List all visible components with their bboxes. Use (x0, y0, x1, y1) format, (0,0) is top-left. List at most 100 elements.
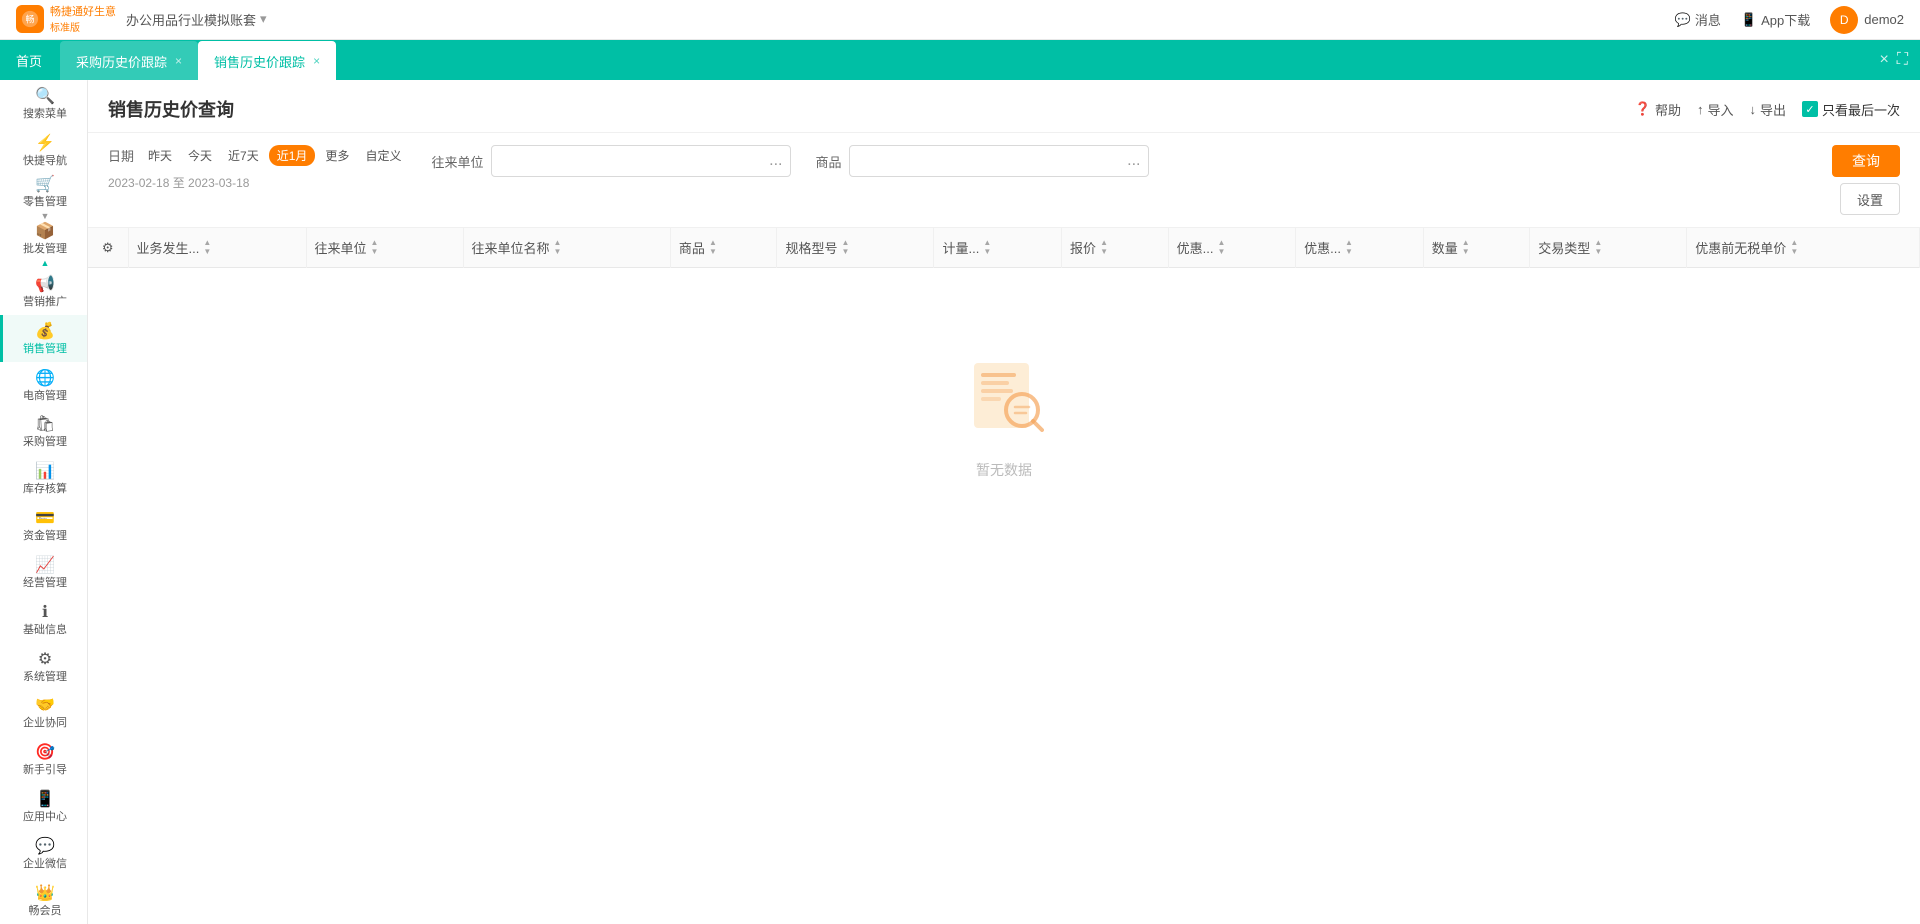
date-tab-7days[interactable]: 近7天 (222, 145, 265, 166)
sidebar-item-search-menu[interactable]: 🔍 搜索菜单 (0, 80, 87, 127)
import-btn[interactable]: ↑ 导入 (1697, 100, 1734, 119)
top-bar-left: 畅 畅捷通好生意 标准版 办公用品行业模拟账套 ▾ (16, 5, 267, 34)
th-from-unit-name[interactable]: 往来单位名称 ▲ ▼ (463, 228, 670, 268)
svg-text:畅: 畅 (25, 14, 34, 25)
inventory-icon: 📊 (35, 461, 55, 481)
member-icon: 👑 (35, 883, 55, 903)
tab-purchase-close[interactable]: × (175, 54, 182, 68)
sidebar-item-marketing[interactable]: 📢 营销推广 (0, 268, 87, 315)
th-price[interactable]: 报价 ▲ ▼ (1062, 228, 1169, 268)
empty-illustration (954, 348, 1054, 448)
tab-sales-label: 销售历史价跟踪 (214, 52, 305, 71)
tab-purchase-label: 采购历史价跟踪 (76, 52, 167, 71)
th-spec[interactable]: 规格型号 ▲ ▼ (777, 228, 934, 268)
sidebar-item-retail[interactable]: 🛒 零售管理 ▼ (0, 174, 87, 221)
sidebar-item-wholesale[interactable]: 📦 批发管理 ▲ (0, 221, 87, 268)
page-header: 销售历史价查询 ❓ 帮助 ↑ 导入 ↓ 导出 (88, 80, 1920, 133)
app-download-btn[interactable]: 📱 App下载 (1741, 10, 1810, 29)
tab-purchase-history[interactable]: 采购历史价跟踪 × (60, 41, 198, 81)
tab-close-all-btn[interactable]: × (1879, 51, 1888, 69)
ecommerce-icon: 🌐 (35, 368, 55, 388)
sidebar-item-app-center[interactable]: 📱 应用中心 (0, 783, 87, 830)
date-tabs: 昨天 今天 近7天 近1月 更多 自定义 (142, 145, 407, 166)
filter-bar: 日期 昨天 今天 近7天 近1月 更多 自定义 2023-02-18 至 202… (88, 133, 1920, 228)
system-icon: ⚙ (38, 649, 52, 669)
date-tab-today[interactable]: 今天 (182, 145, 218, 166)
date-tabs-row: 日期 昨天 今天 近7天 近1月 更多 自定义 (108, 145, 407, 166)
query-button[interactable]: 查询 (1832, 145, 1900, 177)
only-last-checkbox-area[interactable]: ✓ 只看最后一次 (1802, 100, 1900, 119)
sidebar-item-system[interactable]: ⚙ 系统管理 (0, 643, 87, 690)
logo-text-area: 畅捷通好生意 标准版 (50, 5, 116, 34)
sidebar-item-basic-info[interactable]: ℹ 基础信息 (0, 596, 87, 643)
sort-goods: ▲ ▼ (709, 239, 717, 256)
help-btn[interactable]: ❓ 帮助 (1635, 100, 1681, 119)
logo-area: 畅 畅捷通好生意 标准版 (16, 5, 116, 34)
message-label: 消息 (1695, 10, 1721, 29)
sidebar-item-ecommerce[interactable]: 🌐 电商管理 (0, 362, 87, 409)
th-biz-date[interactable]: 业务发生... ▲ ▼ (128, 228, 306, 268)
help-label: 帮助 (1655, 100, 1681, 119)
th-from-unit[interactable]: 往来单位 ▲ ▼ (306, 228, 463, 268)
sidebar-item-finance[interactable]: 💳 资金管理 (0, 502, 87, 549)
message-btn[interactable]: 💬 消息 (1675, 10, 1721, 29)
th-unit[interactable]: 计量... ▲ ▼ (934, 228, 1062, 268)
sales-icon: 💰 (35, 321, 55, 341)
th-gear[interactable]: ⚙ (88, 228, 128, 268)
th-from-unit-label: 往来单位 (315, 238, 367, 257)
sort-spec: ▲ ▼ (842, 239, 850, 256)
dropdown-icon[interactable]: ▾ (260, 11, 267, 27)
goods-input[interactable]: ... (849, 145, 1149, 177)
sidebar-item-quick-nav[interactable]: ⚡ 快捷导航 (0, 127, 87, 174)
tab-maximize-btn[interactable]: ⛶ (1897, 51, 1908, 69)
retail-expand-icon: ▼ (41, 211, 50, 221)
th-price-label: 报价 (1070, 238, 1096, 257)
sidebar-item-purchase[interactable]: 🛍 采购管理 (0, 409, 87, 456)
sidebar-item-sales[interactable]: 💰 销售管理 (0, 315, 87, 362)
page-container: 销售历史价查询 ❓ 帮助 ↑ 导入 ↓ 导出 (88, 80, 1920, 924)
sidebar-item-inventory[interactable]: 📊 库存核算 (0, 455, 87, 502)
marketing-icon: 📢 (35, 274, 55, 294)
goods-label: 商品 (815, 152, 841, 171)
search-icon: 🔍 (35, 86, 55, 106)
tab-sales-close[interactable]: × (313, 54, 320, 68)
app-title[interactable]: 办公用品行业模拟账套 ▾ (126, 10, 267, 29)
date-tab-yesterday[interactable]: 昨天 (142, 145, 178, 166)
sidebar-item-new-guide[interactable]: 🎯 新手引导 (0, 737, 87, 784)
sidebar: 🔍 搜索菜单 ⚡ 快捷导航 🛒 零售管理 ▼ 📦 批发管理 ▲ 📢 营销推广 💰… (0, 80, 88, 924)
settings-button[interactable]: 设置 (1840, 183, 1900, 215)
from-unit-input[interactable]: ... (491, 145, 791, 177)
sidebar-item-operations[interactable]: 📈 经营管理 (0, 549, 87, 596)
sidebar-label-wholesale: 批发管理 (23, 243, 67, 256)
sort-discount1: ▲ ▼ (1217, 239, 1225, 256)
th-qty[interactable]: 数量 ▲ ▼ (1423, 228, 1530, 268)
content-area: 销售历史价查询 ❓ 帮助 ↑ 导入 ↓ 导出 (88, 80, 1920, 924)
date-tab-more[interactable]: 更多 (319, 145, 355, 166)
th-discount1[interactable]: 优惠... ▲ ▼ (1168, 228, 1296, 268)
tab-sales-history[interactable]: 销售历史价跟踪 × (198, 41, 336, 81)
user-area[interactable]: D demo2 (1830, 6, 1904, 34)
th-pre-tax-price[interactable]: 优惠前无税单价 ▲ ▼ (1687, 228, 1920, 268)
sidebar-item-member[interactable]: 👑 畅会员 (0, 877, 87, 924)
sidebar-label-sales: 销售管理 (23, 343, 67, 356)
th-trade-type-label: 交易类型 (1538, 238, 1590, 257)
sidebar-item-corp-agreement[interactable]: 🤝 企业协同 (0, 690, 87, 737)
page-header-actions: ❓ 帮助 ↑ 导入 ↓ 导出 ✓ 只看最后一 (1635, 100, 1900, 119)
th-trade-type[interactable]: 交易类型 ▲ ▼ (1530, 228, 1687, 268)
th-goods[interactable]: 商品 ▲ ▼ (670, 228, 777, 268)
th-discount2[interactable]: 优惠... ▲ ▼ (1296, 228, 1424, 268)
th-goods-label: 商品 (679, 238, 705, 257)
basic-info-icon: ℹ (42, 602, 48, 622)
th-unit-label: 计量... (942, 238, 979, 257)
export-label: 导出 (1760, 100, 1786, 119)
sort-pre-tax-price: ▲ ▼ (1790, 239, 1798, 256)
sidebar-label-inventory: 库存核算 (23, 483, 67, 496)
export-btn[interactable]: ↓ 导出 (1749, 100, 1786, 119)
tab-home[interactable]: 首页 (0, 40, 58, 80)
date-tab-custom[interactable]: 自定义 (359, 145, 407, 166)
operations-icon: 📈 (35, 555, 55, 575)
page-title: 销售历史价查询 (108, 96, 234, 122)
sort-from-unit-name: ▲ ▼ (554, 239, 562, 256)
date-tab-1month[interactable]: 近1月 (269, 145, 316, 166)
sidebar-item-corp-wechat[interactable]: 💬 企业微信 (0, 830, 87, 877)
